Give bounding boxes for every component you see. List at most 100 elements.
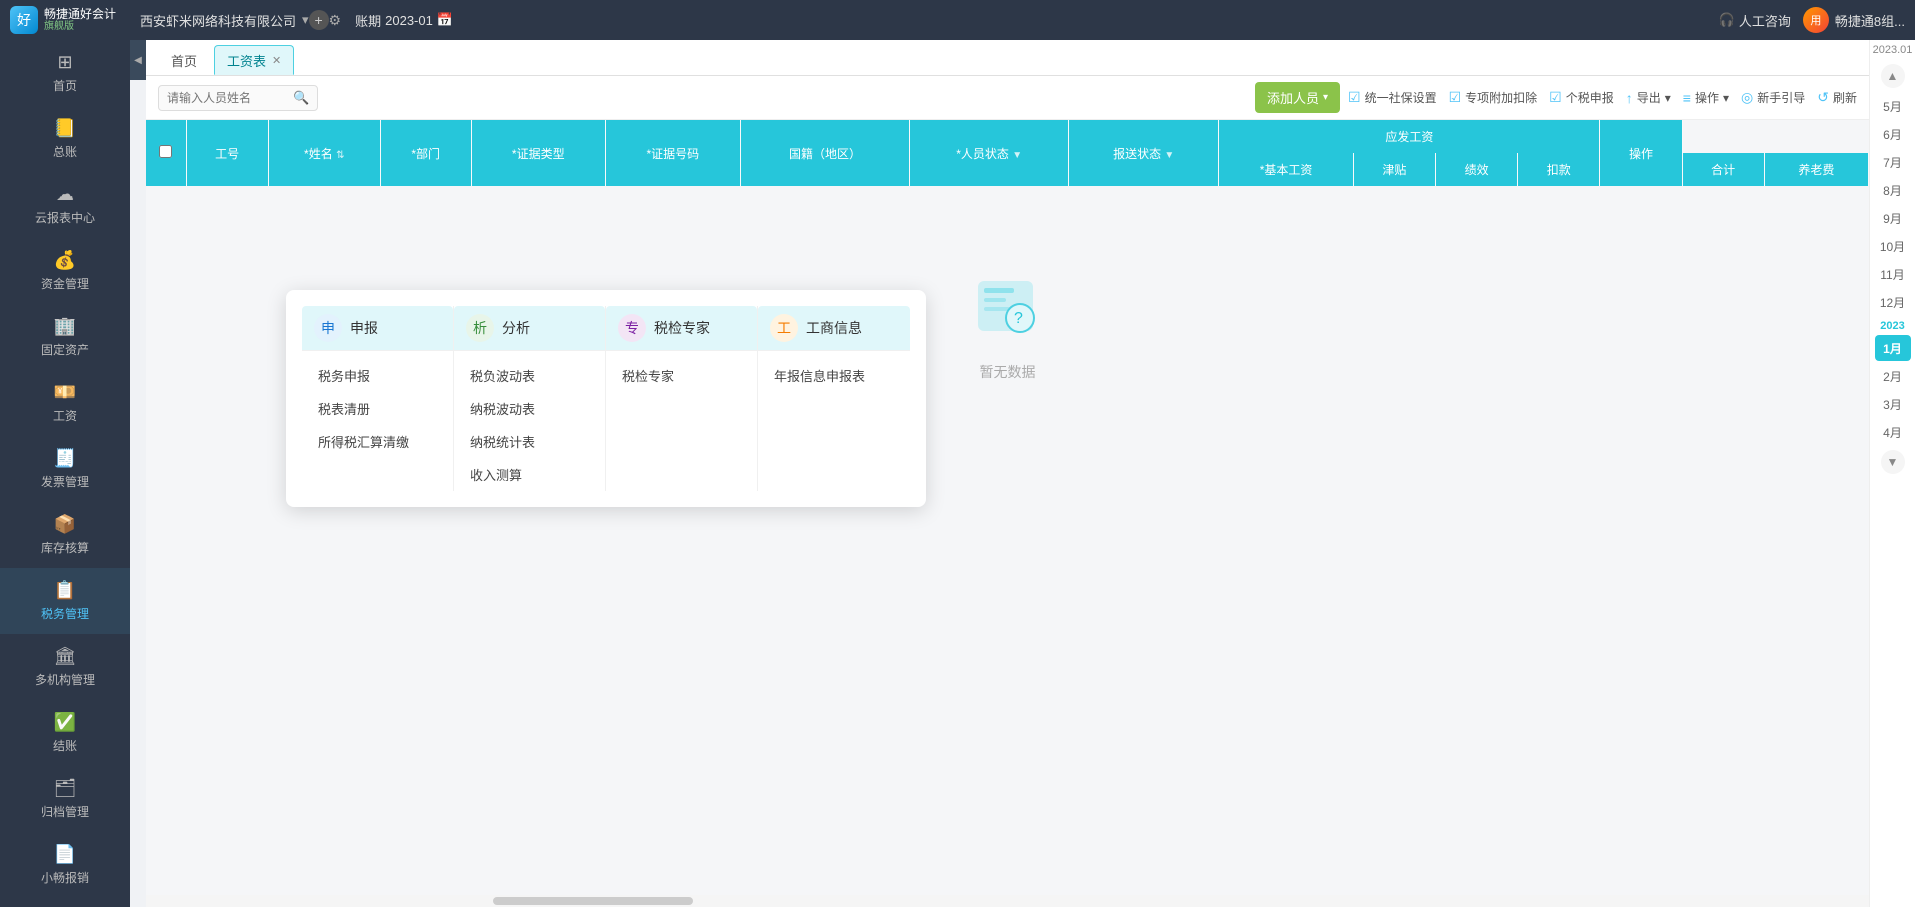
dropdown-item-tax-form[interactable]: 税表清册 <box>314 392 441 425</box>
report-icon: 📄 <box>54 844 76 865</box>
dropdown-item-income-tax[interactable]: 所得税汇算清缴 <box>314 425 441 458</box>
sidebar: ⊞ 首页 📒 总账 ☁ 云报表中心 💰 资金管理 🏢 固定资产 💴 工资 🧾 发… <box>0 40 130 907</box>
sidebar-item-ledger[interactable]: 📒 总账 <box>0 106 130 172</box>
ai-consult-btn[interactable]: 🎧 人工咨询 <box>1719 11 1791 30</box>
send-status-filter-icon[interactable]: ▼ <box>1164 150 1174 161</box>
dropdown-item-tax-stat[interactable]: 纳税统计表 <box>466 425 593 458</box>
deduction-icon: ☑ <box>1449 89 1462 106</box>
fund-icon: 💰 <box>54 250 76 271</box>
dropdown-item-tax-expert[interactable]: 税检专家 <box>618 359 745 392</box>
search-input[interactable] <box>167 91 287 105</box>
sidebar-label-fund: 资金管理 <box>41 275 89 292</box>
tab-home-label: 首页 <box>171 51 197 70</box>
social-icon: ☑ <box>1348 89 1361 106</box>
company-selector[interactable]: 西安虾米网络科技有限公司 ▾ <box>140 11 309 30</box>
timeline-month-5[interactable]: 5月 <box>1875 93 1911 119</box>
refresh-btn[interactable]: ↺ 刷新 <box>1817 89 1857 106</box>
timeline-month-12[interactable]: 12月 <box>1875 289 1911 315</box>
tab-home[interactable]: 首页 <box>158 45 210 75</box>
sidebar-item-invoice[interactable]: 🧾 发票管理 <box>0 436 130 502</box>
sidebar-item-report[interactable]: 📄 小畅报销 <box>0 832 130 898</box>
settle-icon: ✅ <box>54 712 76 733</box>
sidebar-item-asset[interactable]: 🏢 固定资产 <box>0 304 130 370</box>
sidebar-label-home: 首页 <box>53 77 77 94</box>
th-code: 工号 <box>186 120 268 186</box>
add-person-dropdown-icon: ▾ <box>1323 92 1328 103</box>
sidebar-item-multi[interactable]: 🏛 多机构管理 <box>0 634 130 700</box>
sidebar-item-inventory[interactable]: 📦 库存核算 <box>0 502 130 568</box>
newguide-btn[interactable]: ◎ 新手引导 <box>1741 89 1805 106</box>
search-input-wrapper[interactable]: 🔍 <box>158 85 318 111</box>
sidebar-collapse-btn[interactable]: ◀ <box>130 40 146 80</box>
timeline-month-2[interactable]: 2月 <box>1875 363 1911 389</box>
timeline-month-9[interactable]: 9月 <box>1875 205 1911 231</box>
dropdown-item-income-calc[interactable]: 收入测算 <box>466 458 593 491</box>
period-label: 账期 <box>355 11 381 30</box>
sidebar-item-settle[interactable]: ✅ 结账 <box>0 700 130 766</box>
dropdown-item-tax-declare[interactable]: 税务申报 <box>314 359 441 392</box>
add-person-label: 添加人员 <box>1267 88 1319 107</box>
tax-report-btn[interactable]: ☑ 个税申报 <box>1549 89 1614 106</box>
dropdown-item-tax-wave[interactable]: 纳税波动表 <box>466 392 593 425</box>
sidebar-item-settings[interactable]: ⚙ 基础设置 <box>0 898 130 907</box>
timeline-month-1[interactable]: 1月 <box>1875 335 1911 361</box>
main-layout: ⊞ 首页 📒 总账 ☁ 云报表中心 💰 资金管理 🏢 固定资产 💴 工资 🧾 发… <box>0 40 1915 907</box>
select-all-checkbox[interactable] <box>159 145 172 158</box>
person-status-filter-icon[interactable]: ▼ <box>1012 150 1022 161</box>
tab-bar: 首页 工资表 ✕ <box>146 40 1869 76</box>
sidebar-item-salary[interactable]: 💴 工资 <box>0 370 130 436</box>
sidebar-item-archive[interactable]: 🗂 归档管理 <box>0 766 130 832</box>
tab-salary[interactable]: 工资表 ✕ <box>214 45 294 75</box>
scroll-thumb[interactable] <box>493 897 693 905</box>
timeline-month-6[interactable]: 6月 <box>1875 121 1911 147</box>
right-timeline: 2023.01 ▲ 5月 6月 7月 8月 9月 10月 11月 12月 202… <box>1869 40 1915 907</box>
sidebar-item-tax[interactable]: 📋 税务管理 <box>0 568 130 634</box>
dropdown-item-annual-report[interactable]: 年报信息申报表 <box>770 359 898 392</box>
deduction-btn[interactable]: ☑ 专项附加扣除 <box>1449 89 1538 106</box>
refresh-icon: ↺ <box>1817 89 1829 106</box>
sidebar-label-inventory: 库存核算 <box>41 539 89 556</box>
timeline-month-11[interactable]: 11月 <box>1875 261 1911 287</box>
user-info[interactable]: 用 畅捷通8组... <box>1803 7 1905 33</box>
sidebar-item-cloud[interactable]: ☁ 云报表中心 <box>0 172 130 238</box>
name-sort-icon[interactable]: ⇅ <box>336 150 344 161</box>
sidebar-item-fund[interactable]: 💰 资金管理 <box>0 238 130 304</box>
no-data-text: 暂无数据 <box>980 362 1036 382</box>
table-container: 工号 *姓名 ⇅ *部门 *证据类型 *证据号码 国籍（地区） *人员状态 ▼ <box>146 120 1869 895</box>
zhuanjia-col-title: 税检专家 <box>654 318 710 338</box>
dropdown-item-tax-burden[interactable]: 税负波动表 <box>466 359 593 392</box>
th-id-type: *证据类型 <box>471 120 606 186</box>
home-icon: ⊞ <box>57 52 72 73</box>
th-operation: 操作 <box>1600 120 1682 186</box>
operate-icon: ≡ <box>1683 90 1691 106</box>
svg-text:?: ? <box>1014 310 1023 327</box>
timeline-down-btn[interactable]: ▼ <box>1881 450 1905 474</box>
settings-icon[interactable]: ⚙ <box>329 12 342 29</box>
toolbar-actions: ☑ 统一社保设置 ☑ 专项附加扣除 ☑ 个税申报 ↑ 导出 ▾ ≡ <box>1348 89 1857 106</box>
multi-icon: 🏛 <box>54 646 77 667</box>
export-icon: ↑ <box>1626 90 1633 106</box>
social-insurance-btn[interactable]: ☑ 统一社保设置 <box>1348 89 1437 106</box>
add-person-btn[interactable]: 添加人员 ▾ <box>1255 82 1340 113</box>
timeline-month-3[interactable]: 3月 <box>1875 391 1911 417</box>
avatar: 用 <box>1803 7 1829 33</box>
calendar-icon[interactable]: 📅 <box>437 12 453 28</box>
timeline-month-7[interactable]: 7月 <box>1875 149 1911 175</box>
period-selector[interactable]: 账期 2023-01 📅 <box>355 11 453 30</box>
export-btn[interactable]: ↑ 导出 ▾ <box>1626 89 1671 106</box>
timeline-up-btn[interactable]: ▲ <box>1881 64 1905 88</box>
tab-close-icon[interactable]: ✕ <box>272 54 281 67</box>
operate-btn[interactable]: ≡ 操作 ▾ <box>1683 89 1729 106</box>
sidebar-label-asset: 固定资产 <box>41 341 89 358</box>
timeline-month-8[interactable]: 8月 <box>1875 177 1911 203</box>
inventory-icon: 📦 <box>54 514 76 535</box>
timeline-month-4[interactable]: 4月 <box>1875 419 1911 445</box>
horizontal-scrollbar[interactable] <box>146 895 1869 907</box>
th-checkbox[interactable] <box>146 120 186 186</box>
add-company-btn[interactable]: + <box>309 10 329 30</box>
th-send-status: 报送状态 ▼ <box>1069 120 1219 186</box>
timeline-month-10[interactable]: 10月 <box>1875 233 1911 259</box>
sidebar-item-home[interactable]: ⊞ 首页 <box>0 40 130 106</box>
company-dropdown-icon[interactable]: ▾ <box>302 12 309 28</box>
dropdown-col-shenb: 申 申报 税务申报 税表清册 所得税汇算清缴 <box>302 306 454 491</box>
